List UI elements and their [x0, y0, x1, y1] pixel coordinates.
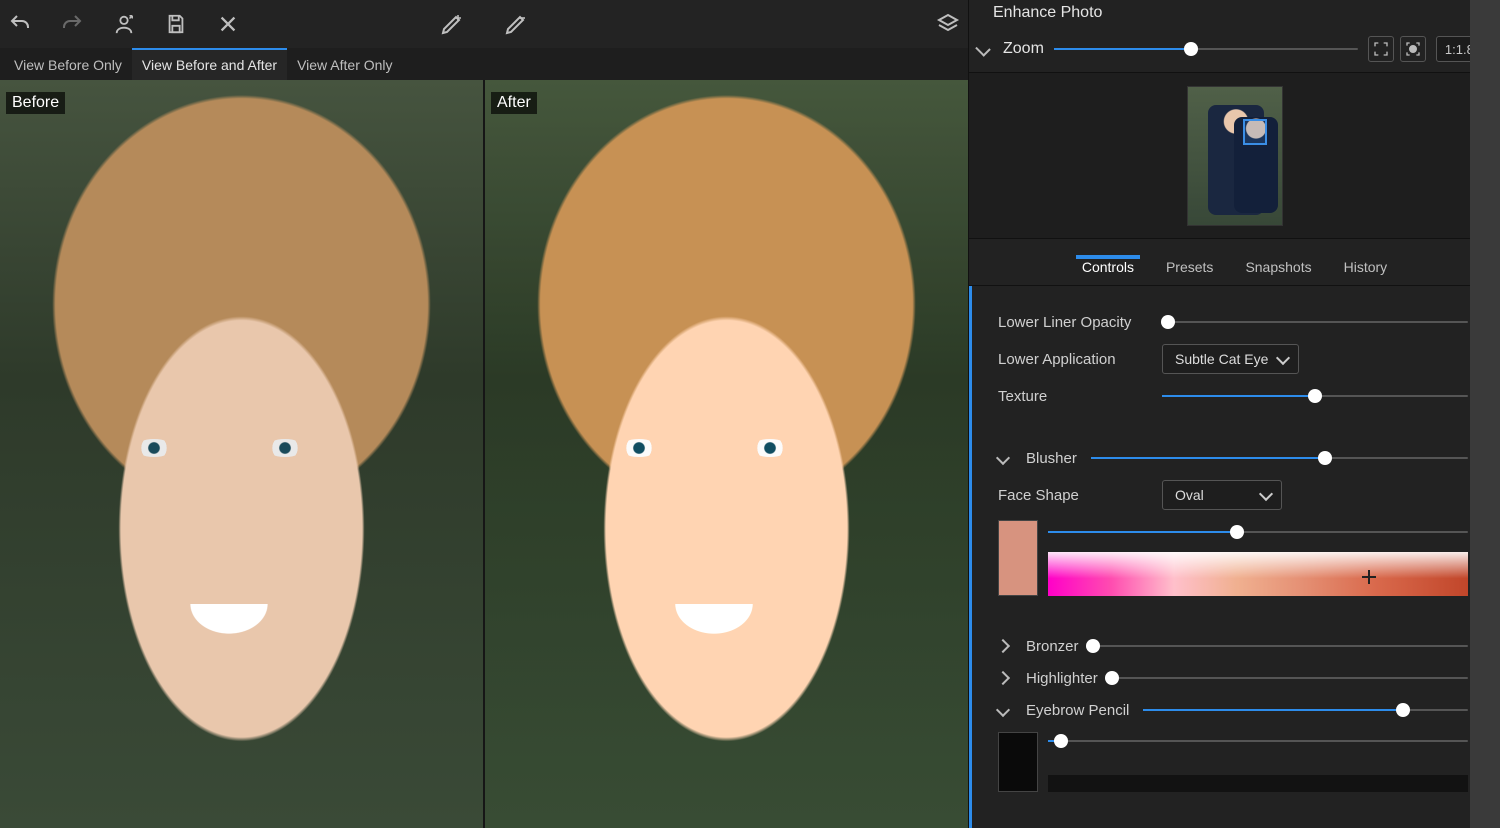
save-icon[interactable]: [164, 12, 188, 36]
side-panel: Enhance Photo Zoom 1:1.84 Controls Prese…: [968, 0, 1500, 828]
lower-application-label: Lower Application: [998, 351, 1148, 368]
undo-icon[interactable]: [8, 12, 32, 36]
redo-icon: [60, 12, 84, 36]
before-badge: Before: [6, 92, 65, 114]
lower-liner-opacity-slider[interactable]: [1162, 312, 1468, 332]
compare-view: Before After: [0, 80, 968, 828]
tab-controls[interactable]: Controls: [1076, 255, 1140, 285]
chevron-right-icon[interactable]: [996, 671, 1010, 685]
highlighter-master-slider[interactable]: [1112, 668, 1468, 688]
tab-snapshots[interactable]: Snapshots: [1239, 255, 1317, 285]
eyebrow-pencil-header[interactable]: Eyebrow Pencil: [1026, 702, 1129, 719]
navigator-thumbnail[interactable]: [1187, 86, 1283, 226]
eyebrow-color-gradient[interactable]: [1048, 775, 1468, 792]
after-pane[interactable]: After: [483, 80, 968, 828]
chevron-down-icon[interactable]: [975, 41, 991, 57]
tab-history[interactable]: History: [1338, 255, 1394, 285]
zoom-fit-icon[interactable]: [1368, 36, 1394, 62]
brush-remove-icon[interactable]: [504, 12, 528, 36]
blusher-color-slider[interactable]: [1048, 520, 1468, 544]
tab-view-before-and-after[interactable]: View Before and After: [132, 47, 287, 80]
zoom-section: Zoom 1:1.84: [969, 26, 1500, 73]
top-toolbar: [0, 0, 968, 48]
side-panel-tabs: Controls Presets Snapshots History: [969, 239, 1500, 286]
chevron-right-icon[interactable]: [996, 639, 1010, 653]
tab-view-before-only[interactable]: View Before Only: [4, 47, 132, 80]
eyebrow-color-slider[interactable]: [1048, 732, 1468, 749]
navigator[interactable]: [969, 73, 1500, 239]
zoom-face-icon[interactable]: [1400, 36, 1426, 62]
layers-icon[interactable]: [936, 12, 960, 36]
close-icon[interactable]: [216, 12, 240, 36]
share-icon[interactable]: [112, 12, 136, 36]
bronzer-master-slider[interactable]: [1093, 636, 1468, 656]
panel-title: Enhance Photo: [993, 4, 1102, 22]
blusher-master-slider[interactable]: [1091, 448, 1468, 468]
color-picker-crosshair-icon[interactable]: [1362, 570, 1376, 584]
eyebrow-pencil-master-slider[interactable]: [1143, 700, 1468, 720]
bronzer-header[interactable]: Bronzer: [1026, 638, 1079, 655]
chevron-down-icon: [1259, 487, 1273, 501]
navigator-viewport-box[interactable]: [1243, 119, 1267, 145]
texture-label: Texture: [998, 388, 1148, 405]
right-app-rail: [1470, 0, 1500, 828]
before-pane[interactable]: Before: [0, 80, 483, 828]
blusher-color-gradient[interactable]: [1048, 552, 1468, 596]
tab-presets[interactable]: Presets: [1160, 255, 1219, 285]
view-mode-tabs: View Before Only View Before and After V…: [0, 48, 968, 80]
controls-panel: Lower Liner Opacity Lower Application Su…: [969, 286, 1500, 828]
chevron-down-icon[interactable]: [996, 703, 1010, 717]
zoom-label: Zoom: [1003, 40, 1044, 58]
eyebrow-color-swatch[interactable]: [998, 732, 1038, 792]
face-shape-select[interactable]: Oval: [1162, 480, 1282, 510]
lower-application-select[interactable]: Subtle Cat Eye: [1162, 344, 1299, 374]
blusher-header[interactable]: Blusher: [1026, 450, 1077, 467]
zoom-slider[interactable]: [1054, 39, 1358, 59]
chevron-down-icon[interactable]: [996, 451, 1010, 465]
tab-view-after-only[interactable]: View After Only: [287, 47, 402, 80]
blusher-color-swatch[interactable]: [998, 520, 1038, 596]
face-shape-label: Face Shape: [998, 487, 1148, 504]
lower-liner-opacity-label: Lower Liner Opacity: [998, 314, 1148, 331]
after-badge: After: [491, 92, 537, 114]
texture-slider[interactable]: [1162, 386, 1468, 406]
brush-add-icon[interactable]: [440, 12, 464, 36]
highlighter-header[interactable]: Highlighter: [1026, 670, 1098, 687]
chevron-down-icon: [1276, 351, 1290, 365]
